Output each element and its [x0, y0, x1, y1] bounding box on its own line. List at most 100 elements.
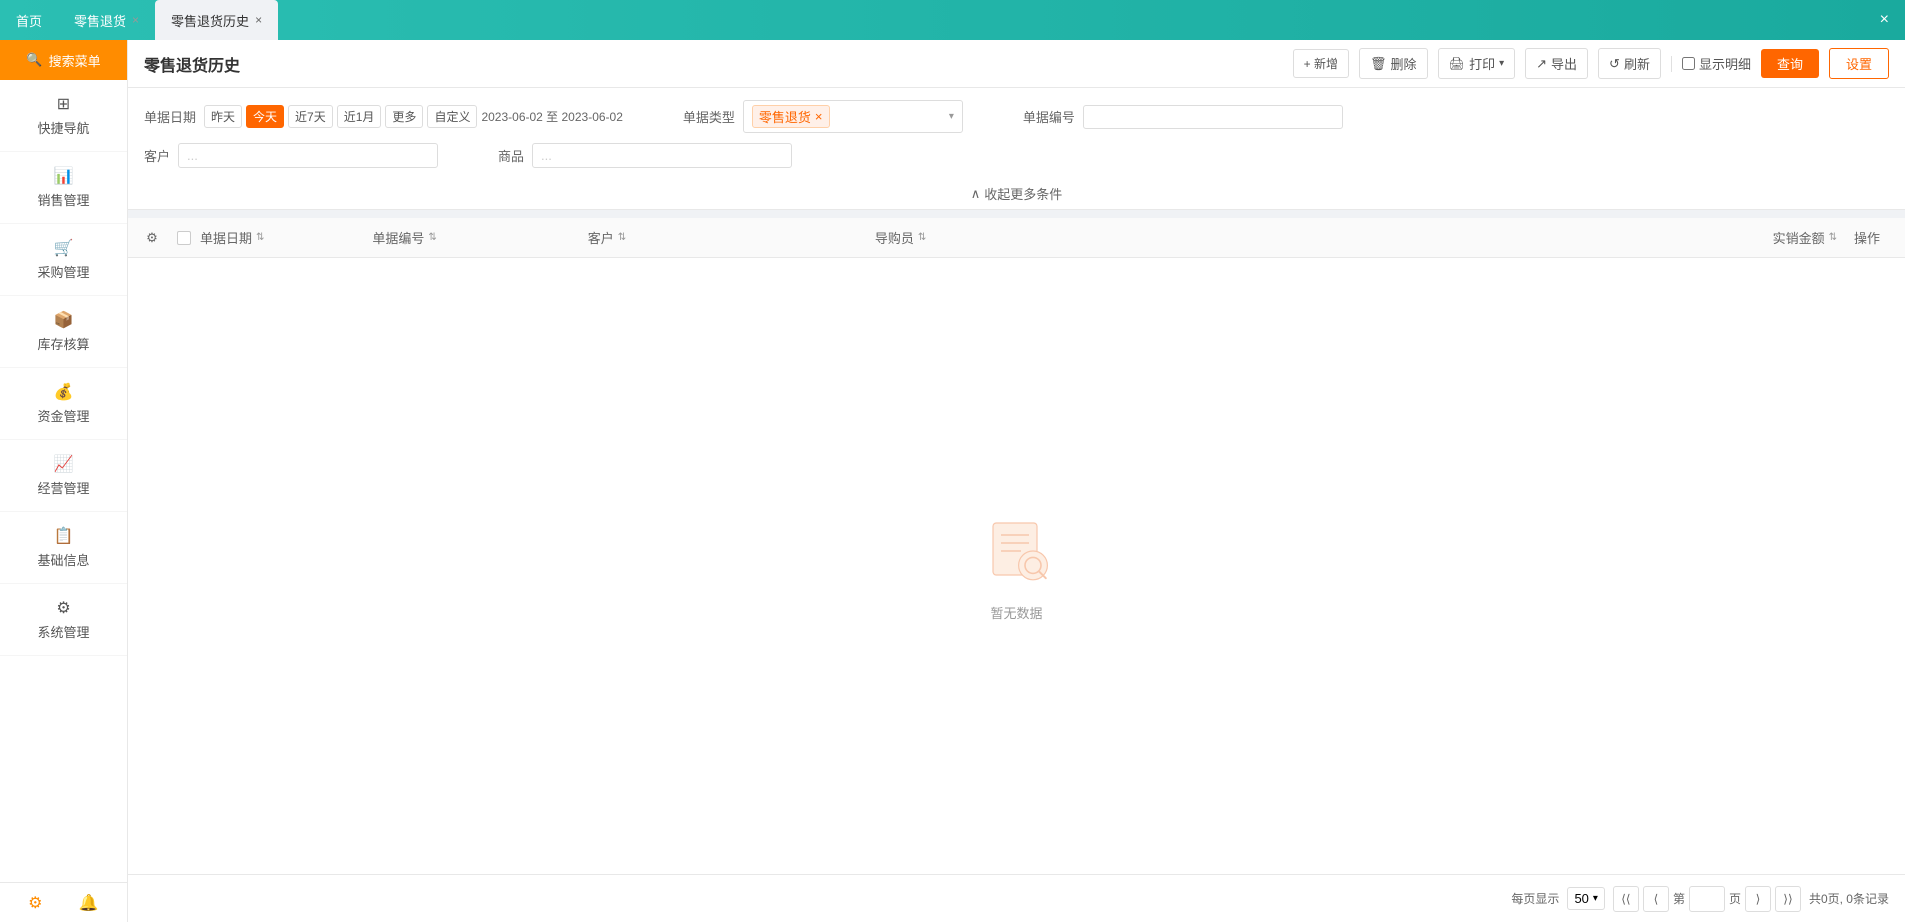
page-first-btn[interactable]: ⟨⟨ [1613, 886, 1639, 912]
window-close-button[interactable]: × [1864, 11, 1905, 29]
export-button[interactable]: ↗ 导出 [1525, 48, 1588, 79]
print-button[interactable]: 🖨 打印 ▾ [1438, 48, 1516, 79]
content-area: 零售退货历史 + 新增 🗑 删除 🖨 打印 ▾ ↗ 导出 ↺ [128, 40, 1905, 922]
page-last-btn[interactable]: ⟩⟩ [1775, 886, 1801, 912]
print-icon: 🖨 [1449, 56, 1466, 72]
bill-type-tag-text: 零售退货 [759, 107, 811, 126]
page-size-label: 每页显示 [1511, 890, 1559, 907]
tab-home-label: 首页 [16, 11, 42, 30]
page-current-input[interactable]: 1 [1689, 886, 1725, 912]
customer-filter-field: 客户 ... [144, 143, 438, 168]
sales-mgmt-icon: 📊 [54, 166, 74, 186]
sidebar-item-basic-info-label: 基础信息 [37, 550, 89, 569]
th-amount[interactable]: 实销金额 ⇅ [1665, 228, 1837, 247]
empty-state-text: 暂无数据 [990, 603, 1042, 622]
date-range-display: 2023-06-02 至 2023-06-02 [481, 108, 622, 125]
basic-info-icon: 📋 [54, 526, 74, 546]
sidebar-search[interactable]: 🔍 搜索菜单 [0, 40, 127, 80]
sidebar: 🔍 搜索菜单 ⊞ 快捷导航 📊 销售管理 🛒 采购管理 📦 库存核算 💰 [0, 40, 128, 922]
header-checkbox[interactable] [177, 231, 191, 245]
th-no-sort-icon[interactable]: ⇅ [428, 232, 436, 243]
th-date-sort-icon[interactable]: ⇅ [256, 232, 264, 243]
tab-list: 首页 零售退货 × 零售退货历史 × [0, 0, 1864, 40]
sidebar-item-purchase-mgmt-label: 采购管理 [37, 262, 89, 281]
purchase-mgmt-icon: 🛒 [54, 238, 74, 258]
print-dropdown-icon: ▾ [1499, 58, 1504, 69]
customer-select[interactable]: ... [178, 143, 438, 168]
date-custom-btn[interactable]: 自定义 [427, 105, 477, 128]
sidebar-item-basic-info[interactable]: 📋 基础信息 [0, 512, 127, 584]
bill-type-tag-value: 零售退货 × [752, 105, 830, 128]
top-bar: 首页 零售退货 × 零售退货历史 × × [0, 0, 1905, 40]
customer-placeholder: ... [187, 148, 198, 163]
th-customer[interactable]: 客户 ⇅ [588, 228, 875, 247]
tab-retail-return-history[interactable]: 零售退货历史 × [155, 0, 278, 40]
goods-placeholder: ... [541, 148, 552, 163]
empty-state-icon [977, 511, 1057, 591]
date-last7-btn[interactable]: 近7天 [288, 105, 333, 128]
date-filter-label: 单据日期 [144, 107, 196, 126]
bill-no-filter-field: 单据编号 [1023, 105, 1343, 129]
th-guide-sort-icon[interactable]: ⇅ [918, 232, 926, 243]
column-settings-icon[interactable]: ⚙ [146, 230, 158, 246]
th-customer-label: 客户 [588, 228, 614, 247]
th-date-label: 单据日期 [200, 228, 252, 247]
page-current-label: 第 [1673, 890, 1685, 907]
refresh-label: 刷新 [1624, 54, 1650, 73]
date-last1m-btn[interactable]: 近1月 [337, 105, 382, 128]
sidebar-item-purchase-mgmt[interactable]: 🛒 采购管理 [0, 224, 127, 296]
page-title: 零售退货历史 [144, 52, 240, 76]
tab-retail-return[interactable]: 零售退货 × [58, 0, 155, 40]
th-date[interactable]: 单据日期 ⇅ [200, 228, 372, 247]
collapse-icon: ∧ [971, 186, 981, 202]
sidebar-item-inventory[interactable]: 📦 库存核算 [0, 296, 127, 368]
sidebar-settings-icon[interactable]: ⚙ [28, 893, 42, 913]
finance-icon: 💰 [54, 382, 74, 402]
date-shortcuts: 昨天 今天 近7天 近1月 更多 自定义 2023-06-02 至 2023-0… [204, 105, 623, 128]
date-more-btn[interactable]: 更多 [385, 105, 423, 128]
sidebar-item-system-mgmt[interactable]: ⚙ 系统管理 [0, 584, 127, 656]
bill-no-input[interactable] [1083, 105, 1343, 129]
sidebar-item-finance[interactable]: 💰 资金管理 [0, 368, 127, 440]
tab-retail-return-history-close[interactable]: × [255, 13, 262, 27]
page-prev-btn[interactable]: ⟨ [1643, 886, 1669, 912]
delete-button[interactable]: 🗑 删除 [1359, 48, 1428, 79]
sidebar-item-sales-mgmt[interactable]: 📊 销售管理 [0, 152, 127, 224]
th-amount-sort-icon[interactable]: ⇅ [1829, 232, 1837, 243]
new-button[interactable]: + 新增 [1293, 49, 1349, 78]
page-header: 零售退货历史 + 新增 🗑 删除 🖨 打印 ▾ ↗ 导出 ↺ [128, 40, 1905, 88]
search-icon: 🔍 [26, 52, 42, 68]
sidebar-item-operations[interactable]: 📈 经营管理 [0, 440, 127, 512]
setting-button[interactable]: 设置 [1829, 48, 1889, 79]
date-today-btn[interactable]: 今天 [246, 105, 284, 128]
date-yesterday-btn[interactable]: 昨天 [204, 105, 242, 128]
page-size-arrow: ▾ [1593, 893, 1598, 904]
table-header: ⚙ 单据日期 ⇅ 单据编号 ⇅ 客户 ⇅ 导购员 [128, 218, 1905, 258]
quick-nav-icon: ⊞ [54, 94, 74, 114]
sidebar-item-quick-nav[interactable]: ⊞ 快捷导航 [0, 80, 127, 152]
th-customer-sort-icon[interactable]: ⇅ [618, 232, 626, 243]
tab-home[interactable]: 首页 [0, 0, 58, 40]
query-button[interactable]: 查询 [1761, 49, 1819, 78]
refresh-button[interactable]: ↺ 刷新 [1598, 48, 1661, 79]
th-guide[interactable]: 导购员 ⇅ [875, 228, 1090, 247]
header-actions: + 新增 🗑 删除 🖨 打印 ▾ ↗ 导出 ↺ 刷新 [1293, 48, 1889, 79]
page-nav: ⟨⟨ ⟨ 第 1 页 ⟩ ⟩⟩ [1613, 886, 1801, 912]
display-detail-checkbox-area[interactable]: 显示明细 [1682, 54, 1751, 73]
page-next-btn[interactable]: ⟩ [1745, 886, 1771, 912]
sidebar-item-inventory-label: 库存核算 [37, 334, 89, 353]
sidebar-item-system-mgmt-label: 系统管理 [37, 622, 89, 641]
divider [1671, 56, 1672, 72]
th-settings[interactable]: ⚙ [136, 230, 168, 246]
display-detail-checkbox[interactable] [1682, 57, 1695, 70]
page-size-select[interactable]: 50 ▾ [1567, 887, 1605, 910]
collapse-bar[interactable]: ∧ 收起更多条件 [144, 178, 1889, 209]
bill-type-label: 单据类型 [683, 107, 735, 126]
bill-type-tag-close[interactable]: × [815, 109, 823, 124]
th-amount-label: 实销金额 [1773, 228, 1825, 247]
bill-type-select[interactable]: 零售退货 × ▾ [743, 100, 963, 133]
tab-retail-return-close[interactable]: × [132, 13, 139, 27]
sidebar-notification-icon[interactable]: 🔔 [79, 893, 99, 913]
goods-select[interactable]: ... [532, 143, 792, 168]
th-no[interactable]: 单据编号 ⇅ [372, 228, 587, 247]
